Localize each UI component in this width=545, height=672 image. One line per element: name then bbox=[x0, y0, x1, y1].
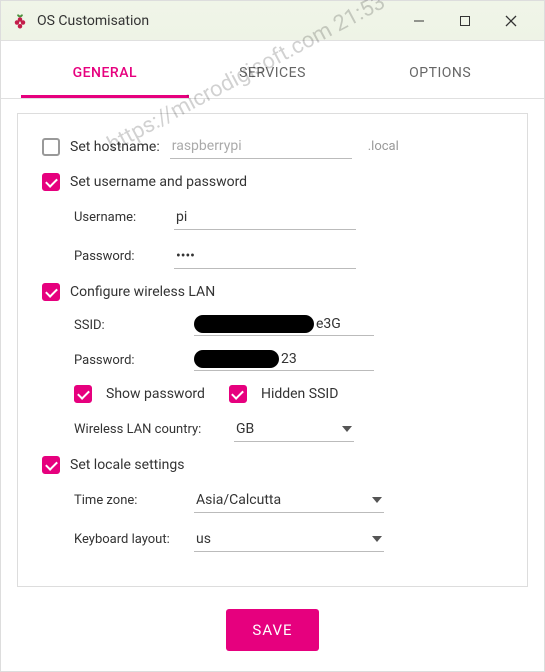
save-button[interactable]: SAVE bbox=[226, 609, 318, 651]
wifi-password-input[interactable]: 23 bbox=[194, 350, 374, 371]
keyboard-label: Keyboard layout: bbox=[74, 532, 184, 547]
chevron-down-icon bbox=[342, 426, 352, 432]
username-input[interactable] bbox=[174, 205, 356, 230]
timezone-label: Time zone: bbox=[74, 493, 184, 508]
username-label: Username: bbox=[74, 210, 164, 225]
hostname-input[interactable] bbox=[170, 134, 352, 159]
locale-checkbox[interactable] bbox=[42, 456, 60, 474]
ssid-redacted bbox=[194, 315, 314, 333]
password-label: Password: bbox=[74, 249, 164, 264]
show-password-label: Show password bbox=[106, 386, 205, 402]
timezone-select[interactable]: Asia/Calcutta bbox=[194, 488, 384, 513]
ssid-input[interactable]: e3G bbox=[194, 315, 374, 336]
wifi-checkbox[interactable] bbox=[42, 283, 60, 301]
chevron-down-icon bbox=[372, 536, 382, 542]
general-panel: Set hostname: .local Set username and pa… bbox=[17, 113, 528, 587]
wifi-country-value: GB bbox=[236, 421, 254, 437]
window-title: OS Customisation bbox=[37, 13, 396, 29]
hidden-ssid-label: Hidden SSID bbox=[261, 386, 338, 402]
chevron-down-icon bbox=[372, 497, 382, 503]
password-input[interactable] bbox=[174, 244, 356, 269]
locale-label: Set locale settings bbox=[70, 457, 184, 473]
wifi-password-label: Password: bbox=[74, 353, 184, 368]
footer: SAVE bbox=[1, 597, 544, 663]
hostname-label: Set hostname: bbox=[70, 139, 160, 155]
hidden-ssid-checkbox[interactable] bbox=[229, 385, 247, 403]
close-button[interactable] bbox=[488, 5, 534, 37]
tab-bar: GENERAL SERVICES OPTIONS bbox=[1, 51, 544, 99]
maximize-button[interactable] bbox=[442, 5, 488, 37]
show-password-checkbox[interactable] bbox=[74, 385, 92, 403]
wifi-password-redacted bbox=[194, 350, 279, 368]
wifi-country-label: Wireless LAN country: bbox=[74, 422, 224, 437]
ssid-suffix: e3G bbox=[316, 316, 341, 332]
keyboard-select[interactable]: us bbox=[194, 527, 384, 552]
tab-options[interactable]: OPTIONS bbox=[356, 51, 524, 98]
keyboard-value: us bbox=[196, 531, 211, 547]
wifi-password-suffix: 23 bbox=[281, 351, 297, 367]
titlebar: OS Customisation bbox=[1, 1, 544, 41]
raspberry-pi-icon bbox=[11, 12, 29, 30]
hostname-checkbox[interactable] bbox=[42, 138, 60, 156]
tab-services[interactable]: SERVICES bbox=[189, 51, 357, 98]
wifi-label: Configure wireless LAN bbox=[70, 284, 215, 300]
userpass-label: Set username and password bbox=[70, 174, 247, 190]
timezone-value: Asia/Calcutta bbox=[196, 492, 281, 508]
userpass-checkbox[interactable] bbox=[42, 173, 60, 191]
ssid-label: SSID: bbox=[74, 318, 184, 333]
minimize-button[interactable] bbox=[396, 5, 442, 37]
wifi-country-select[interactable]: GB bbox=[234, 417, 354, 442]
hostname-suffix: .local bbox=[368, 139, 399, 154]
tab-general[interactable]: GENERAL bbox=[21, 51, 189, 98]
